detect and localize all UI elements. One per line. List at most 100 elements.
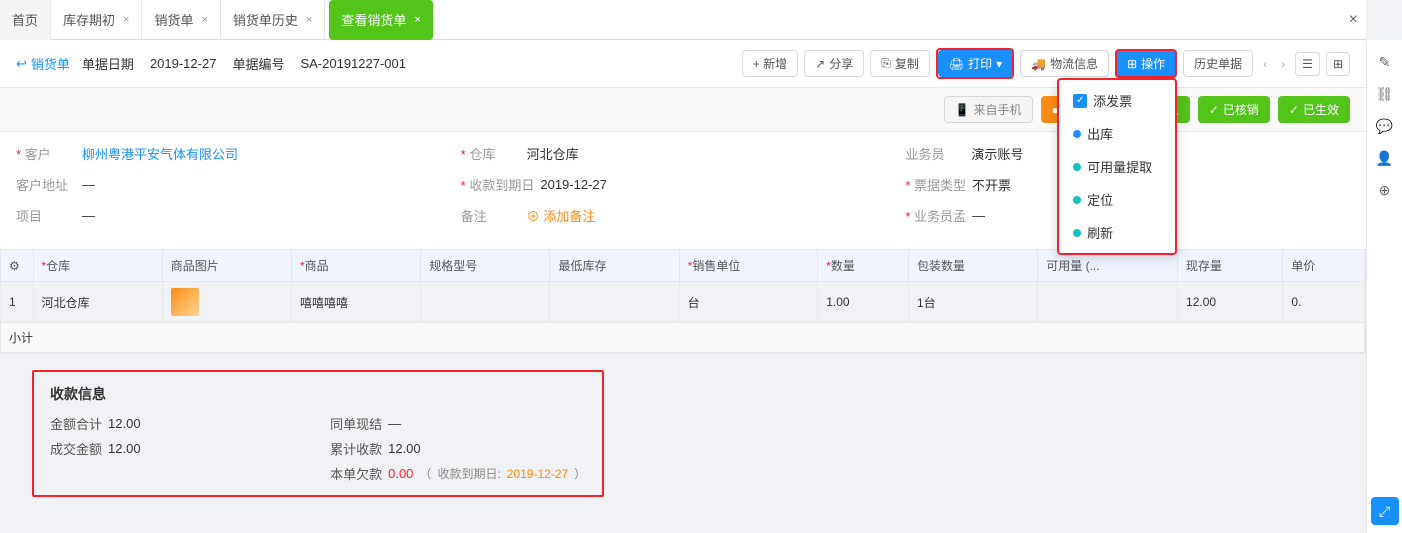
top-tabs: 首页 库存期初 × 销货单 × 销货单历史 × 查看销货单 × × bbox=[0, 0, 1366, 40]
balance-value: 0.00 bbox=[388, 466, 413, 481]
tab-sales-history[interactable]: 销货单历史 × bbox=[221, 0, 325, 40]
transaction-label: 成交金额 bbox=[50, 439, 102, 458]
row-unit: 台 bbox=[679, 282, 818, 323]
remark-add[interactable]: ⊕ 添加备注 bbox=[527, 206, 596, 225]
number-label: 单据编号 bbox=[232, 54, 284, 73]
inventory-tab-label: 库存期初 bbox=[63, 10, 115, 29]
nav-prev[interactable]: ‹ bbox=[1259, 55, 1271, 73]
logistics-button[interactable]: 🚚 物流信息 bbox=[1020, 50, 1109, 77]
view-sales-tab-close[interactable]: × bbox=[414, 14, 420, 26]
locate-label: 定位 bbox=[1087, 190, 1113, 209]
doc-type-icon: ↩ bbox=[16, 56, 27, 72]
col-warehouse: *仓库 bbox=[33, 250, 162, 282]
data-table: ⚙ *仓库 商品图片 *商品 规格型号 最低库存 *销售单位 *数量 包装数量 … bbox=[1, 250, 1365, 353]
add-invoice-checkbox: ✓ bbox=[1073, 94, 1087, 108]
sidebar-star-icon[interactable]: ⊕ bbox=[1371, 176, 1399, 204]
ops-available-qty[interactable]: 可用量提取 bbox=[1059, 150, 1175, 183]
customer-field: 客户 柳州粤港平安气体有限公司 bbox=[16, 144, 461, 163]
summary-area: 收款信息 金额合计 12.00 同单现结 — 成交金额 12.00 bbox=[0, 354, 1366, 513]
table-row: 1 河北仓库 嘻嘻嘻嘻 台 1.00 1台 12.00 0. bbox=[1, 282, 1365, 323]
row-image bbox=[162, 282, 291, 323]
nav-next[interactable]: › bbox=[1277, 55, 1289, 73]
sidebar-link-icon[interactable]: ⛓ bbox=[1371, 80, 1399, 108]
tab-home[interactable]: 首页 bbox=[0, 0, 51, 40]
share-button[interactable]: ↗ 分享 bbox=[804, 50, 864, 77]
print-button[interactable]: 🖨 打印 ▾ bbox=[938, 50, 1012, 77]
sales-history-tab-close[interactable]: × bbox=[306, 14, 312, 26]
ops-locate[interactable]: 定位 bbox=[1059, 183, 1175, 216]
col-gear[interactable]: ⚙ bbox=[1, 250, 33, 282]
customer-value[interactable]: 柳州粤港平安气体有限公司 bbox=[82, 144, 238, 163]
salesman-label: 业务员孟 bbox=[905, 206, 966, 225]
doc-meta: 单据日期 2019-12-27 单据编号 SA-20191227-001 bbox=[82, 54, 406, 73]
new-button[interactable]: + 新增 bbox=[742, 50, 798, 77]
total-label: 金额合计 bbox=[50, 414, 102, 433]
ticket-type-label: 票据类型 bbox=[905, 175, 966, 194]
single-settlement-item: 同单现结 — bbox=[330, 414, 586, 433]
sales-order-tab-close[interactable]: × bbox=[201, 14, 207, 26]
summary-title: 收款信息 bbox=[50, 384, 586, 404]
date-label: 单据日期 bbox=[82, 54, 134, 73]
summary-grid: 金额合计 12.00 同单现结 — 成交金额 12.00 累计收款 12.00 bbox=[50, 414, 586, 483]
cancel-button[interactable]: ✓ 已核销 bbox=[1198, 96, 1270, 123]
outbound-dot bbox=[1073, 130, 1081, 138]
layout-list-btn[interactable]: ☰ bbox=[1295, 52, 1320, 76]
layout-grid-btn[interactable]: ⊞ bbox=[1326, 52, 1350, 76]
date-value: 2019-12-27 bbox=[150, 56, 217, 71]
total-item: 金额合计 12.00 bbox=[50, 414, 306, 433]
cumulative-item: 累计收款 12.00 bbox=[330, 439, 586, 458]
window-close-button[interactable]: × bbox=[1341, 11, 1366, 29]
warehouse-field: 仓库 河北仓库 bbox=[461, 144, 906, 163]
transaction-value: 12.00 bbox=[108, 441, 141, 456]
history-button[interactable]: 历史单据 bbox=[1183, 50, 1253, 77]
sidebar-edit-icon[interactable]: ✎ bbox=[1371, 48, 1399, 76]
sidebar-expand-icon[interactable]: ⤢ bbox=[1371, 497, 1399, 525]
row-warehouse: 河北仓库 bbox=[33, 282, 162, 323]
remark-field: 备注 ⊕ 添加备注 bbox=[461, 206, 906, 225]
ops-dropdown-wrap: ⊞ 操作 ✓ 添发票 出库 bbox=[1115, 49, 1177, 78]
row-pack-qty: 1台 bbox=[909, 282, 1038, 323]
address-label: 客户地址 bbox=[16, 175, 76, 194]
row-qty: 1.00 bbox=[818, 282, 909, 323]
due-date-field: 收款到期日 2019-12-27 bbox=[461, 175, 906, 194]
tab-inventory-init[interactable]: 库存期初 × bbox=[51, 0, 142, 40]
number-value: SA-20191227-001 bbox=[300, 56, 406, 71]
address-value: — bbox=[82, 177, 95, 192]
row-index: 1 bbox=[1, 282, 33, 323]
due-date-label: 收款到期日 bbox=[461, 175, 535, 194]
outbound-label: 出库 bbox=[1087, 124, 1113, 143]
ops-outbound[interactable]: 出库 bbox=[1059, 117, 1175, 150]
staff-value: 演示账号 bbox=[971, 144, 1023, 163]
doc-type-label: 销货单 bbox=[31, 54, 70, 73]
sales-history-tab-label: 销货单历史 bbox=[233, 10, 298, 29]
logistics-icon: 🚚 bbox=[1031, 57, 1046, 71]
effective-button[interactable]: ✓ 已生效 bbox=[1278, 96, 1350, 123]
ops-refresh[interactable]: 刷新 bbox=[1059, 216, 1175, 249]
single-settlement-label: 同单现结 bbox=[330, 414, 382, 433]
customer-label: 客户 bbox=[16, 144, 76, 163]
row-min-stock bbox=[550, 282, 679, 323]
cumulative-label: 累计收款 bbox=[330, 439, 382, 458]
inventory-tab-close[interactable]: × bbox=[123, 14, 129, 26]
copy-button[interactable]: ⎘ 复制 bbox=[870, 50, 930, 77]
salesman-value: — bbox=[972, 208, 985, 223]
tab-view-sales[interactable]: 查看销货单 × bbox=[329, 0, 433, 40]
doc-header: ↩ 销货单 单据日期 2019-12-27 单据编号 SA-20191227-0… bbox=[0, 40, 1366, 88]
balance-item: 本单欠款 0.00 （ 收款到期日: 2019-12-27 ） bbox=[330, 464, 586, 483]
ops-button[interactable]: ⊞ 操作 bbox=[1115, 49, 1177, 78]
mobile-button[interactable]: 📱 来自手机 bbox=[944, 96, 1033, 123]
sidebar-user-icon[interactable]: 👤 bbox=[1371, 144, 1399, 172]
refresh-dot bbox=[1073, 229, 1081, 237]
sidebar-comment-icon[interactable]: 💬 bbox=[1371, 112, 1399, 140]
col-unit-price: 单价 bbox=[1283, 250, 1365, 282]
ops-add-invoice[interactable]: ✓ 添发票 bbox=[1059, 84, 1175, 117]
row-current-stock: 12.00 bbox=[1178, 282, 1283, 323]
tab-sales-order[interactable]: 销货单 × bbox=[142, 0, 220, 40]
col-current-stock: 现存量 bbox=[1178, 250, 1283, 282]
remark-label: 备注 bbox=[461, 206, 521, 225]
col-product: *商品 bbox=[291, 250, 420, 282]
staff-label: 业务员 bbox=[905, 144, 965, 163]
data-table-wrap: ⚙ *仓库 商品图片 *商品 规格型号 最低库存 *销售单位 *数量 包装数量 … bbox=[0, 249, 1366, 354]
summary-box: 收款信息 金额合计 12.00 同单现结 — 成交金额 12.00 bbox=[32, 370, 604, 497]
product-image bbox=[171, 288, 199, 316]
